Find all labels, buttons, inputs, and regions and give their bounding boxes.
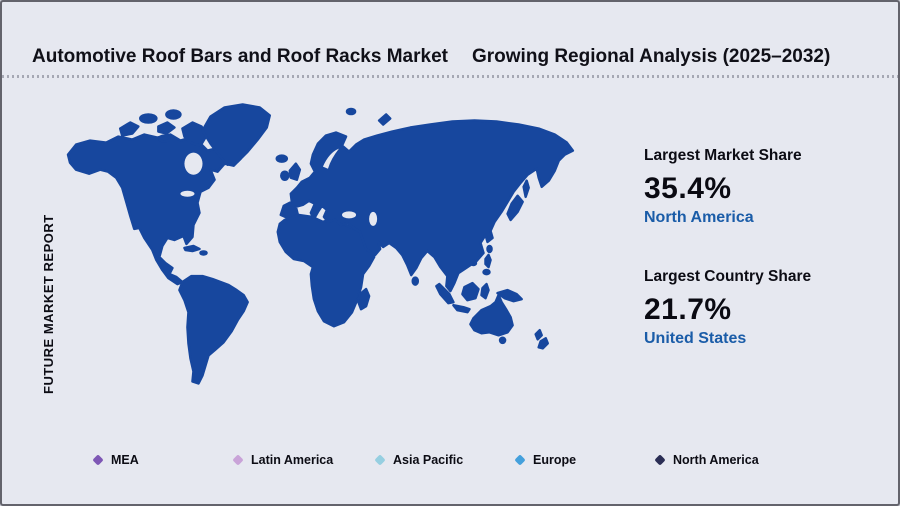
infographic-frame: Automotive Roof Bars and Roof Racks Mark… [0, 0, 900, 506]
world-map [60, 90, 622, 422]
stat-value: 21.7% [644, 293, 732, 326]
legend-label: North America [673, 453, 759, 467]
world-landmass [66, 103, 575, 385]
legend-item-asia-pacific: Asia Pacific [374, 451, 464, 469]
legend-label: MEA [111, 453, 139, 467]
stat-label: Largest Market Share [644, 147, 802, 164]
dotted-divider [2, 75, 898, 78]
legend-dot-icon [374, 454, 386, 466]
map-australia [469, 293, 514, 337]
legend-item-europe: Europe [514, 451, 577, 469]
page-title-part-1: Automotive Roof Bars and Roof Racks Mark… [32, 46, 448, 67]
stat-region: North America [644, 209, 754, 226]
legend-item-mea: MEA [92, 451, 139, 469]
map-legend: MEA Latin America Asia Pacific Europe No… [2, 451, 898, 471]
legend-dot-icon [654, 454, 666, 466]
legend-item-latin-america: Latin America [232, 451, 334, 469]
map-south-america [178, 274, 249, 385]
page-title-part-2: Growing Regional Analysis (2025–2032) [472, 46, 831, 67]
world-map-svg [66, 103, 575, 385]
legend-dot-icon [92, 454, 104, 466]
legend-dot-icon [514, 454, 526, 466]
legend-label: Latin America [251, 453, 334, 467]
stat-region: United States [644, 330, 747, 347]
stat-largest-country-share: Largest Country Share 21.7% United State… [644, 267, 894, 349]
legend-item-north-america: North America [654, 451, 759, 469]
legend-label: Asia Pacific [393, 453, 464, 467]
stat-largest-market-share: Largest Market Share 35.4% North America [644, 146, 894, 228]
stat-value: 35.4% [644, 172, 732, 205]
legend-label: Europe [533, 453, 577, 467]
stat-label: Largest Country Share [644, 268, 812, 285]
map-north-america [66, 133, 242, 286]
brand-vertical-label: FUTURE MARKET REPORT [41, 214, 56, 394]
legend-dot-icon [232, 454, 244, 466]
